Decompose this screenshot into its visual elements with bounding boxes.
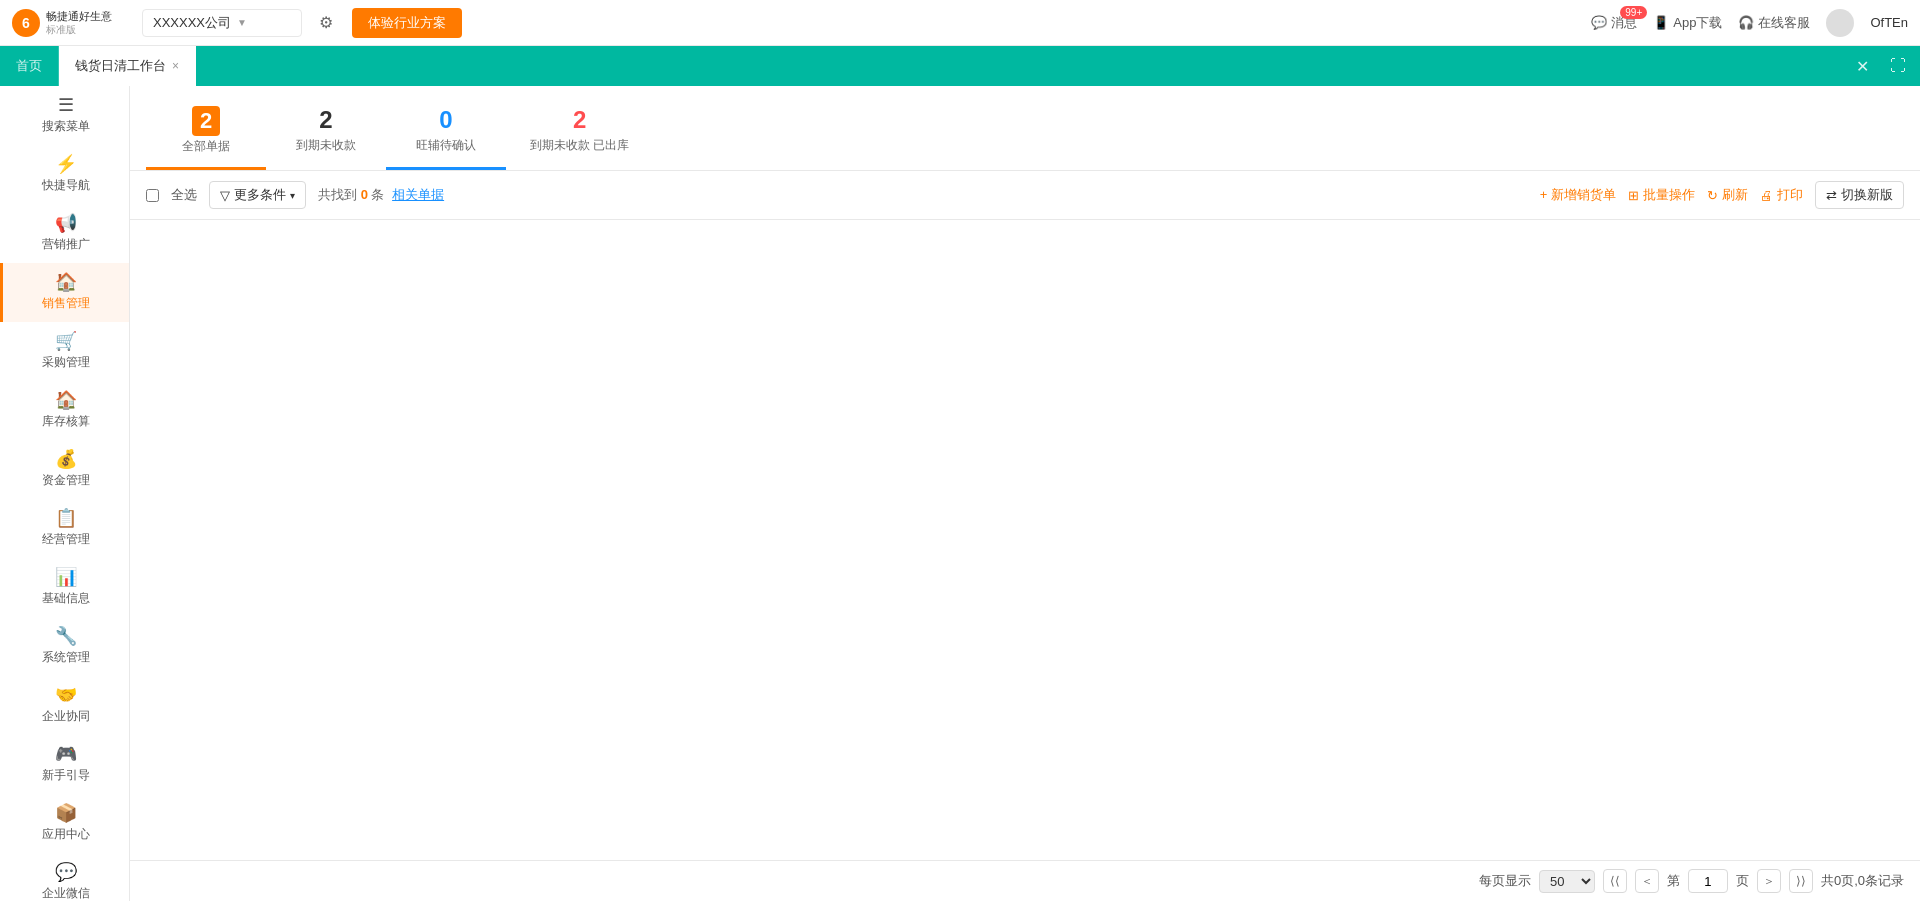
phone-icon: 📱 bbox=[1653, 15, 1669, 30]
sidebar-item-enterprise-collab[interactable]: 🤝 企业协同 bbox=[0, 676, 129, 735]
last-page-button[interactable]: ⟩⟩ bbox=[1789, 869, 1813, 893]
page-label: 第 bbox=[1667, 872, 1680, 890]
tab-home[interactable]: 首页 bbox=[0, 46, 59, 86]
per-page-label: 每页显示 bbox=[1479, 872, 1531, 890]
filter-button[interactable]: ▽ 更多条件 ▾ bbox=[209, 181, 306, 209]
sidebar-item-app-center[interactable]: 📦 应用中心 bbox=[0, 794, 129, 853]
all-count: 2 bbox=[192, 106, 220, 136]
nav-maximize-button[interactable]: ⛶ bbox=[1884, 52, 1912, 80]
add-sales-order-button[interactable]: + 新增销货单 bbox=[1540, 186, 1616, 204]
message-badge: 99+ bbox=[1620, 6, 1647, 19]
select-all-checkbox[interactable] bbox=[146, 189, 159, 202]
logo-area: 6 畅捷通好生意 标准版 bbox=[12, 9, 142, 37]
batch-icon: ⊞ bbox=[1628, 188, 1639, 203]
service-icon: 🎧 bbox=[1738, 15, 1754, 30]
menu-icon: ☰ bbox=[58, 96, 74, 114]
main-layout: ☰ 搜索菜单 ⚡ 快捷导航 📢 营销推广 🏠 销售管理 🛒 采购管理 🏠 库存核… bbox=[0, 86, 1920, 901]
select-all-label: 全选 bbox=[171, 186, 197, 204]
toolbar-right: + 新增销货单 ⊞ 批量操作 ↻ 刷新 🖨 打印 ⇄ 切换新版 bbox=[1540, 181, 1904, 209]
print-icon: 🖨 bbox=[1760, 188, 1773, 203]
settings-icon-button[interactable]: ⚙ bbox=[310, 7, 342, 39]
nav-minimize-button[interactable]: ✕ bbox=[1848, 52, 1876, 80]
company-dropdown-arrow: ▼ bbox=[237, 17, 247, 28]
sidebar-item-operations[interactable]: 📋 经营管理 bbox=[0, 499, 129, 558]
tab-close-icon[interactable]: × bbox=[172, 59, 179, 73]
inventory-icon: 🏠 bbox=[55, 391, 77, 409]
sidebar-item-finance[interactable]: 💰 资金管理 bbox=[0, 440, 129, 499]
guide-icon: 🎮 bbox=[55, 745, 77, 763]
online-service-button[interactable]: 🎧 在线客服 bbox=[1738, 14, 1810, 32]
print-button[interactable]: 🖨 打印 bbox=[1760, 186, 1803, 204]
sidebar-item-quick-nav[interactable]: ⚡ 快捷导航 bbox=[0, 145, 129, 204]
nav-tabs-bar: 首页 钱货日清工作台 × ✕ ⛶ bbox=[0, 46, 1920, 86]
prev-page-button[interactable]: ＜ bbox=[1635, 869, 1659, 893]
dropdown-icon: ▾ bbox=[290, 190, 295, 201]
marketing-icon: 📢 bbox=[55, 214, 77, 232]
pagination: 每页显示 50 100 200 ⟨⟨ ＜ 第 页 ＞ ⟩⟩ 共0页,0条记录 bbox=[130, 860, 1920, 901]
gear-icon: ⚙ bbox=[319, 13, 333, 32]
maximize-icon: ⛶ bbox=[1890, 57, 1906, 75]
wangfu-count: 0 bbox=[439, 106, 452, 135]
sales-icon: 🏠 bbox=[55, 273, 77, 291]
page-input[interactable] bbox=[1688, 869, 1728, 893]
avatar[interactable] bbox=[1826, 9, 1854, 37]
nav-right-actions: ✕ ⛶ bbox=[1848, 52, 1920, 80]
sidebar-item-guide[interactable]: 🎮 新手引导 bbox=[0, 735, 129, 794]
table-area bbox=[130, 220, 1920, 860]
sidebar-item-system[interactable]: 🔧 系统管理 bbox=[0, 617, 129, 676]
related-link[interactable]: 相关单据 bbox=[392, 187, 444, 202]
company-selector[interactable]: XXXXXX公司 ▼ bbox=[142, 9, 302, 37]
overdue-shipped-count: 2 bbox=[573, 106, 586, 135]
summary-tab-overdue[interactable]: 2 到期未收款 bbox=[266, 98, 386, 170]
minimize-icon: ✕ bbox=[1856, 57, 1869, 76]
system-icon: 🔧 bbox=[55, 627, 77, 645]
wechat-icon: 💬 bbox=[55, 863, 77, 881]
next-page-button[interactable]: ＞ bbox=[1757, 869, 1781, 893]
app-center-icon: 📦 bbox=[55, 804, 77, 822]
top-header: 6 畅捷通好生意 标准版 XXXXXX公司 ▼ ⚙ 体验行业方案 💬 消息 99… bbox=[0, 0, 1920, 46]
summary-tabs: 2 全部单据 2 到期未收款 0 旺辅待确认 2 到期未收款 已出库 bbox=[130, 86, 1920, 171]
refresh-button[interactable]: ↻ 刷新 bbox=[1707, 186, 1748, 204]
sidebar-item-sales[interactable]: 🏠 销售管理 bbox=[0, 263, 129, 322]
app-download-button[interactable]: 📱 App下载 bbox=[1653, 14, 1722, 32]
header-right: 💬 消息 99+ 📱 App下载 🎧 在线客服 OfTEn bbox=[1591, 9, 1908, 37]
sidebar: ☰ 搜索菜单 ⚡ 快捷导航 📢 营销推广 🏠 销售管理 🛒 采购管理 🏠 库存核… bbox=[0, 86, 130, 901]
overdue-count: 2 bbox=[319, 106, 332, 135]
summary-tab-wangfu[interactable]: 0 旺辅待确认 bbox=[386, 98, 506, 170]
page-suffix: 页 bbox=[1736, 872, 1749, 890]
per-page-select[interactable]: 50 100 200 bbox=[1539, 870, 1595, 893]
batch-operation-button[interactable]: ⊞ 批量操作 bbox=[1628, 186, 1695, 204]
sidebar-item-purchase[interactable]: 🛒 采购管理 bbox=[0, 322, 129, 381]
filter-icon: ▽ bbox=[220, 188, 230, 203]
collab-icon: 🤝 bbox=[55, 686, 77, 704]
finance-icon: 💰 bbox=[55, 450, 77, 468]
summary-tab-overdue-shipped[interactable]: 2 到期未收款 已出库 bbox=[506, 98, 653, 170]
summary-tab-all[interactable]: 2 全部单据 bbox=[146, 98, 266, 170]
sidebar-item-basic-info[interactable]: 📊 基础信息 bbox=[0, 558, 129, 617]
switch-icon: ⇄ bbox=[1826, 188, 1837, 203]
tab-workbench[interactable]: 钱货日清工作台 × bbox=[59, 46, 196, 86]
username-label: OfTEn bbox=[1870, 15, 1908, 30]
found-text: 共找到 0 条 相关单据 bbox=[318, 186, 444, 204]
logo-text: 畅捷通好生意 标准版 bbox=[46, 9, 112, 36]
total-label: 共0页,0条记录 bbox=[1821, 872, 1904, 890]
content-area: 2 全部单据 2 到期未收款 0 旺辅待确认 2 到期未收款 已出库 全选 ▽ … bbox=[130, 86, 1920, 901]
experience-button[interactable]: 体验行业方案 bbox=[352, 8, 462, 38]
refresh-icon: ↻ bbox=[1707, 188, 1718, 203]
quick-icon: ⚡ bbox=[55, 155, 77, 173]
found-count: 0 bbox=[361, 187, 368, 202]
sidebar-item-inventory[interactable]: 🏠 库存核算 bbox=[0, 381, 129, 440]
switch-version-button[interactable]: ⇄ 切换新版 bbox=[1815, 181, 1904, 209]
operations-icon: 📋 bbox=[55, 509, 77, 527]
sidebar-item-search-menu[interactable]: ☰ 搜索菜单 bbox=[0, 86, 129, 145]
logo-icon: 6 bbox=[12, 9, 40, 37]
basic-info-icon: 📊 bbox=[55, 568, 77, 586]
sidebar-item-marketing[interactable]: 📢 营销推广 bbox=[0, 204, 129, 263]
message-icon: 💬 bbox=[1591, 15, 1607, 30]
purchase-icon: 🛒 bbox=[55, 332, 77, 350]
first-page-button[interactable]: ⟨⟨ bbox=[1603, 869, 1627, 893]
toolbar: 全选 ▽ 更多条件 ▾ 共找到 0 条 相关单据 + 新增销货单 ⊞ 批量操作 bbox=[130, 171, 1920, 220]
message-button[interactable]: 💬 消息 99+ bbox=[1591, 14, 1637, 32]
sidebar-item-enterprise-wechat[interactable]: 💬 企业微信 bbox=[0, 853, 129, 901]
